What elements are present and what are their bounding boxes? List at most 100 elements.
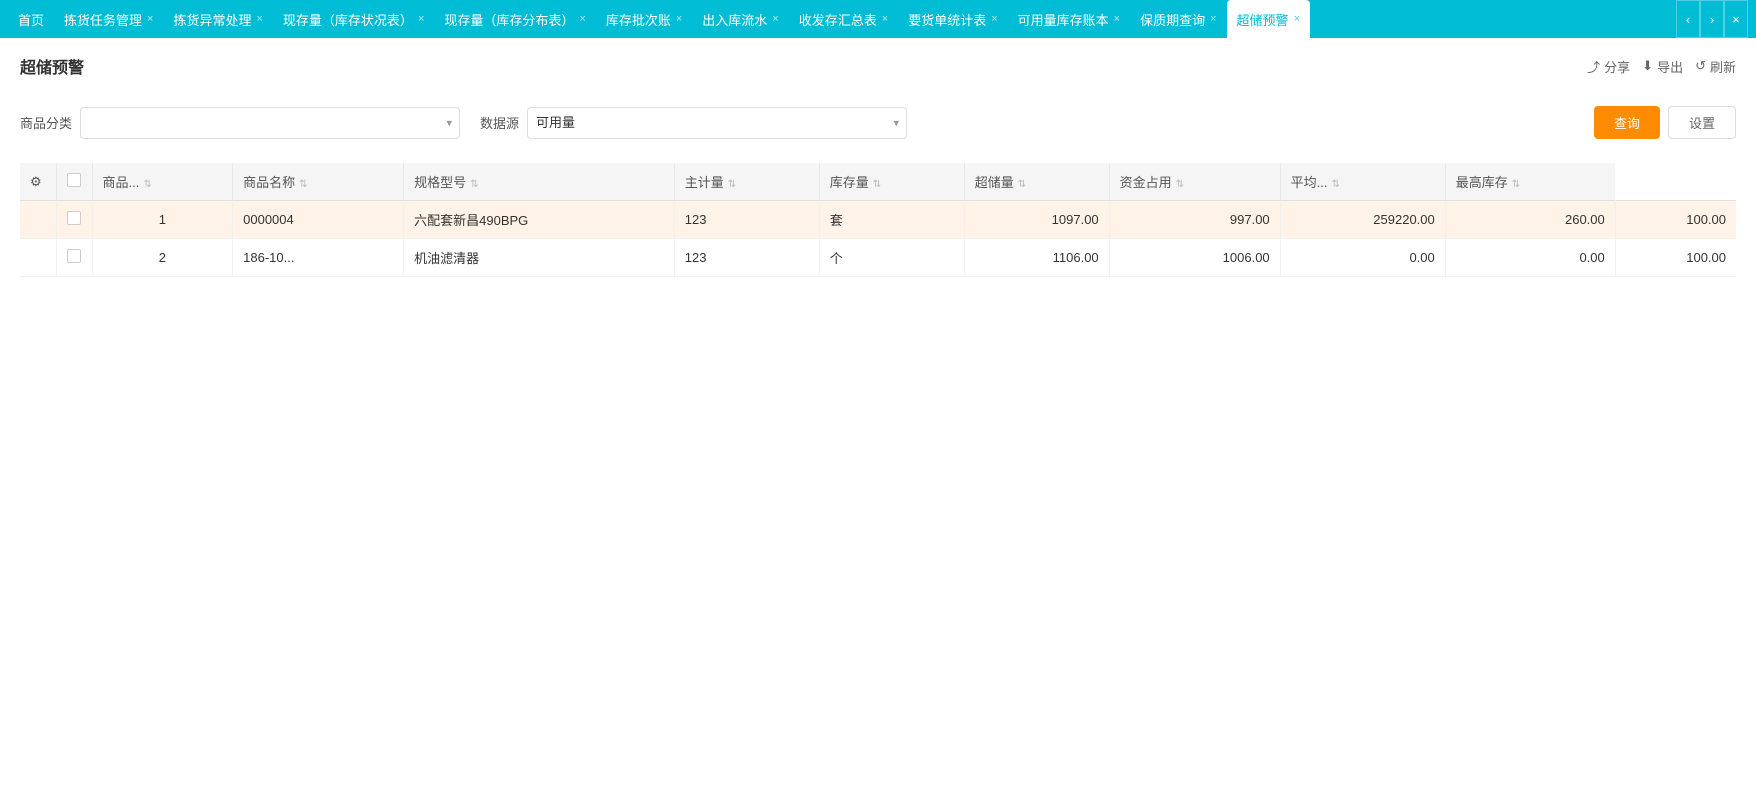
table-row: 2 186-10... 机油滤清器 123 个 1106.00 1006.00 … (20, 239, 1736, 277)
refresh-button[interactable]: ↺ 刷新 (1695, 57, 1736, 76)
td-product-code: 0000004 (233, 201, 404, 239)
th-stock[interactable]: 库存量⇅ (819, 163, 964, 201)
export-label: 导出 (1657, 57, 1683, 76)
datasource-filter: 数据源 可用量 总量 ▾ (480, 107, 907, 139)
td-row-num: 2 (92, 239, 233, 277)
close-icon[interactable]: × (579, 13, 585, 25)
sort-icon-over: ⇅ (1018, 179, 1026, 190)
table-header-row: ⚙ 商品...⇅ 商品名称⇅ 规格型号⇅ 主计量⇅ 库存量⇅ 超储量⇅ 资金占用… (20, 163, 1736, 201)
td-checkbox[interactable] (56, 201, 92, 239)
share-button[interactable]: ⤴ 分享 (1587, 57, 1630, 76)
nav-item-inventory-dist[interactable]: 现存量（库存分布表） × (434, 0, 595, 38)
refresh-label: 刷新 (1710, 57, 1736, 76)
export-icon: ⬇ (1642, 58, 1653, 74)
close-icon[interactable]: × (676, 13, 682, 25)
td-product-name: 六配套新昌490BPG (404, 201, 675, 239)
td-spec: 123 (674, 239, 819, 277)
td-checkbox[interactable] (56, 239, 92, 277)
td-max-stock: 100.00 (1615, 239, 1736, 277)
filter-area: 商品分类 ▾ 数据源 可用量 总量 ▾ 查询 设置 (20, 94, 1736, 151)
nav-item-inventory-status[interactable]: 现存量（库存状况表） × (273, 0, 434, 38)
category-select[interactable] (80, 107, 460, 139)
nav-bar: 首页拣货任务管理 ×拣货异常处理 ×现存量（库存状况表） ×现存量（库存分布表）… (0, 0, 1756, 38)
sort-icon-code: ⇅ (143, 179, 151, 190)
data-table: ⚙ 商品...⇅ 商品名称⇅ 规格型号⇅ 主计量⇅ 库存量⇅ 超储量⇅ 资金占用… (20, 163, 1736, 277)
sort-icon-name: ⇅ (299, 179, 307, 190)
th-product-code[interactable]: 商品...⇅ (92, 163, 233, 201)
table-body: 1 0000004 六配套新昌490BPG 123 套 1097.00 997.… (20, 201, 1736, 277)
th-gear[interactable]: ⚙ (20, 163, 56, 201)
row-checkbox[interactable] (67, 211, 81, 225)
td-gear (20, 239, 56, 277)
datasource-label: 数据源 (480, 113, 519, 132)
td-product-name: 机油滤清器 (404, 239, 675, 277)
nav-item-recv-send[interactable]: 收发存汇总表 × (789, 0, 898, 38)
header-checkbox[interactable] (67, 173, 81, 187)
datasource-select-wrapper: 可用量 总量 ▾ (527, 107, 907, 139)
close-icon[interactable]: × (256, 13, 262, 25)
close-icon[interactable]: × (1114, 13, 1120, 25)
close-icon[interactable]: × (1210, 13, 1216, 25)
nav-left-arrow[interactable]: ‹ (1676, 0, 1700, 38)
sort-icon-stock: ⇅ (873, 179, 881, 190)
table-row: 1 0000004 六配套新昌490BPG 123 套 1097.00 997.… (20, 201, 1736, 239)
sort-icon-spec: ⇅ (470, 179, 478, 190)
nav-item-order-stat[interactable]: 要货单统计表 × (898, 0, 1007, 38)
query-button[interactable]: 查询 (1594, 106, 1660, 139)
th-product-name[interactable]: 商品名称⇅ (233, 163, 404, 201)
td-unit: 个 (819, 239, 964, 277)
td-row-num: 1 (92, 201, 233, 239)
nav-item-inout-flow[interactable]: 出入库流水 × (692, 0, 788, 38)
td-stock: 1106.00 (964, 239, 1109, 277)
nav-arrows: ‹ › × (1676, 0, 1748, 38)
category-select-wrapper: ▾ (80, 107, 460, 139)
settings-button[interactable]: 设置 (1668, 106, 1736, 139)
close-icon[interactable]: × (991, 13, 997, 25)
page-title: 超储预警 (20, 54, 84, 78)
row-checkbox[interactable] (67, 249, 81, 263)
sort-icon-avg: ⇅ (1332, 179, 1340, 190)
th-capital[interactable]: 资金占用⇅ (1109, 163, 1280, 201)
nav-item-abnormal[interactable]: 拣货异常处理 × (163, 0, 272, 38)
share-icon: ⤴ (1587, 57, 1600, 76)
nav-item-batch-account[interactable]: 库存批次账 × (596, 0, 692, 38)
td-capital: 259220.00 (1280, 201, 1445, 239)
td-gear (20, 201, 56, 239)
td-unit: 套 (819, 201, 964, 239)
datasource-select[interactable]: 可用量 总量 (527, 107, 907, 139)
export-button[interactable]: ⬇ 导出 (1642, 57, 1683, 76)
close-icon[interactable]: × (1294, 13, 1300, 25)
share-label: 分享 (1604, 57, 1630, 76)
td-spec: 123 (674, 201, 819, 239)
nav-item-overstock[interactable]: 超储预警 × (1227, 0, 1310, 38)
th-avg[interactable]: 平均...⇅ (1280, 163, 1445, 201)
table-header: ⚙ 商品...⇅ 商品名称⇅ 规格型号⇅ 主计量⇅ 库存量⇅ 超储量⇅ 资金占用… (20, 163, 1736, 201)
nav-right-arrow[interactable]: › (1700, 0, 1724, 38)
td-stock: 1097.00 (964, 201, 1109, 239)
td-over-qty: 997.00 (1109, 201, 1280, 239)
td-max-stock: 100.00 (1615, 201, 1736, 239)
category-filter: 商品分类 ▾ (20, 107, 460, 139)
th-checkbox[interactable] (56, 163, 92, 201)
th-over-qty[interactable]: 超储量⇅ (964, 163, 1109, 201)
filter-buttons: 查询 设置 (1594, 106, 1736, 139)
nav-item-avail-account[interactable]: 可用量库存账本 × (1008, 0, 1130, 38)
nav-item-quality-check[interactable]: 保质期查询 × (1130, 0, 1226, 38)
nav-close-arrow[interactable]: × (1724, 0, 1748, 38)
sort-icon-unit: ⇅ (728, 179, 736, 190)
sort-icon-capital: ⇅ (1176, 179, 1184, 190)
th-spec[interactable]: 规格型号⇅ (404, 163, 675, 201)
td-capital: 0.00 (1280, 239, 1445, 277)
td-avg: 260.00 (1445, 201, 1615, 239)
nav-item-home[interactable]: 首页 (8, 0, 54, 38)
close-icon[interactable]: × (418, 13, 424, 25)
close-icon[interactable]: × (772, 13, 778, 25)
td-over-qty: 1006.00 (1109, 239, 1280, 277)
page-content: 超储预警 ⤴ 分享 ⬇ 导出 ↺ 刷新 商品分类 ▾ (0, 38, 1756, 800)
nav-item-task-mgmt[interactable]: 拣货任务管理 × (54, 0, 163, 38)
close-icon[interactable]: × (147, 13, 153, 25)
close-icon[interactable]: × (882, 13, 888, 25)
th-unit[interactable]: 主计量⇅ (674, 163, 819, 201)
th-max-stock[interactable]: 最高库存⇅ (1445, 163, 1615, 201)
page-header: 超储预警 ⤴ 分享 ⬇ 导出 ↺ 刷新 (20, 54, 1736, 78)
